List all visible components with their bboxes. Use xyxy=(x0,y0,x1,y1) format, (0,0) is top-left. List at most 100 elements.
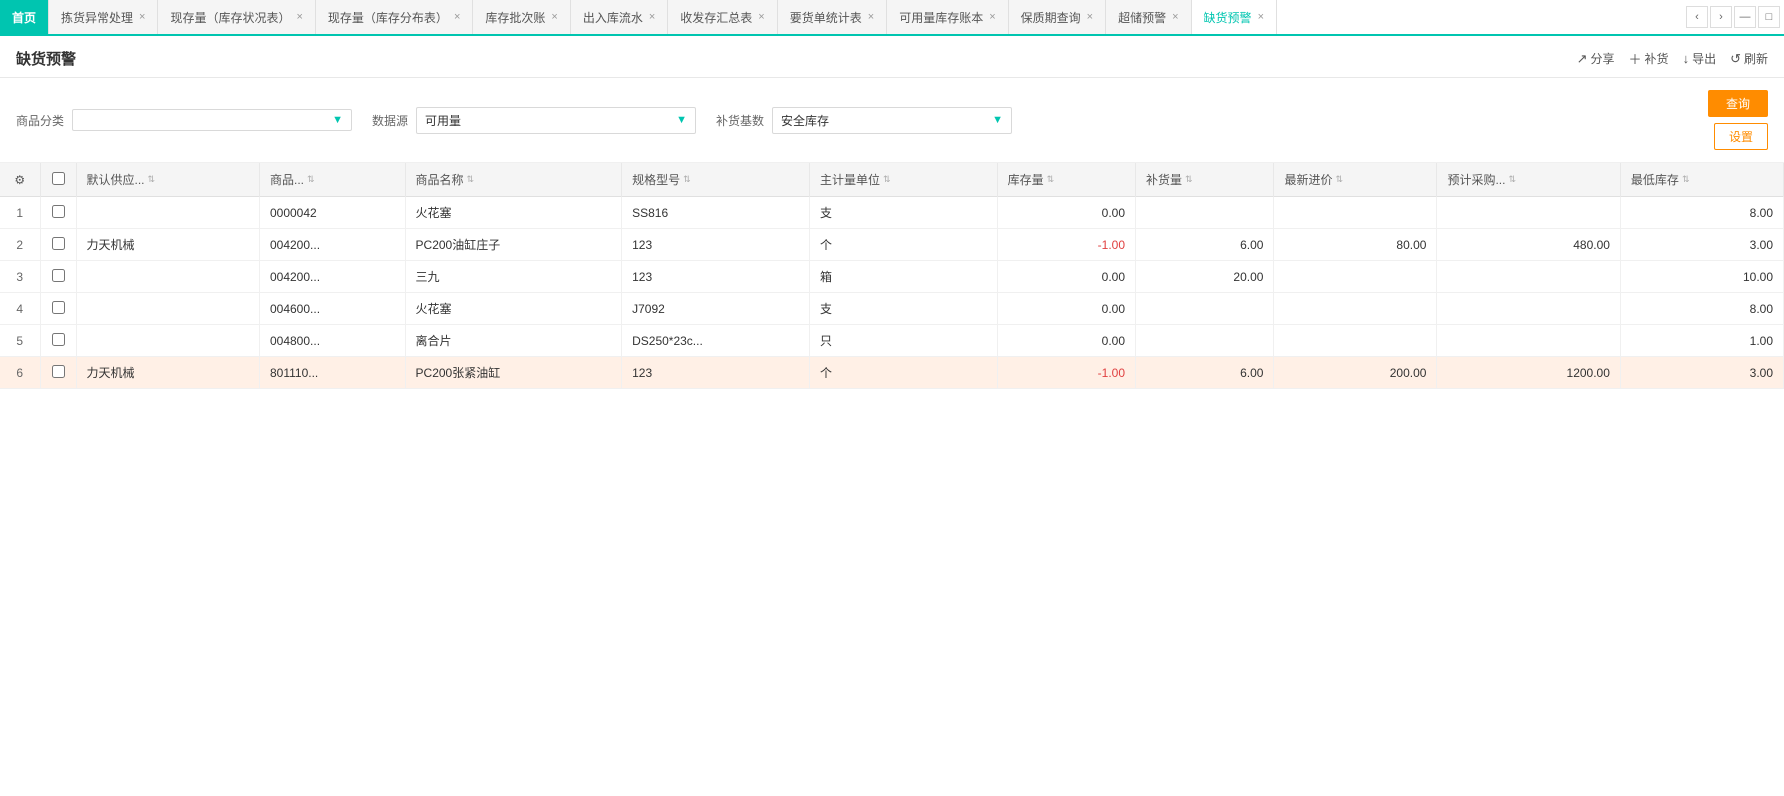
th-unit[interactable]: 主计量单位 ⇅ xyxy=(810,163,998,197)
tab-inout-flow[interactable]: 出入库流水× xyxy=(571,0,668,35)
tab-close-order-stats[interactable]: × xyxy=(868,11,874,23)
th-restock-qty[interactable]: 补货量 ⇅ xyxy=(1136,163,1274,197)
tab-scroll-left[interactable]: ‹ xyxy=(1686,6,1708,28)
tab-overstock[interactable]: 超储预警× xyxy=(1106,0,1191,35)
category-filter-group: 商品分类 ▼ xyxy=(16,109,352,131)
settings-button[interactable]: 设置 xyxy=(1714,123,1768,150)
cell-latest-price xyxy=(1274,293,1437,325)
cell-product-code: 004200... xyxy=(259,229,405,261)
cell-spec: 123 xyxy=(622,229,810,261)
tab-minimize[interactable]: — xyxy=(1734,6,1756,28)
datasource-select[interactable]: 可用量 ▼ xyxy=(416,107,696,134)
cell-product-code: 004200... xyxy=(259,261,405,293)
row-checkbox[interactable] xyxy=(52,333,65,346)
cell-spec: J7092 xyxy=(622,293,810,325)
cell-spec: DS250*23c... xyxy=(622,325,810,357)
row-checkbox[interactable] xyxy=(52,301,65,314)
table-row: 2力天机械004200...PC200油缸庄子123个-1.006.0080.0… xyxy=(0,229,1784,261)
select-all-checkbox[interactable] xyxy=(52,172,65,185)
cell-supplier: 力天机械 xyxy=(76,357,259,389)
th-latest-price[interactable]: 最新进价 ⇅ xyxy=(1274,163,1437,197)
th-est-purchase[interactable]: 预计采购... ⇅ xyxy=(1437,163,1620,197)
category-label: 商品分类 xyxy=(16,112,64,129)
cell-stock: -1.00 xyxy=(997,357,1135,389)
th-supplier[interactable]: 默认供应... ⇅ xyxy=(76,163,259,197)
tab-inventory-dist[interactable]: 现存量（库存分布表）× xyxy=(316,0,473,35)
tab-collect-summary[interactable]: 收发存汇总表× xyxy=(668,0,777,35)
cell-latest-price xyxy=(1274,197,1437,229)
tab-available-ledger[interactable]: 可用量库存账本× xyxy=(887,0,1008,35)
tab-maximize[interactable]: □ xyxy=(1758,6,1780,28)
cell-stock: 0.00 xyxy=(997,197,1135,229)
tab-close-overstock[interactable]: × xyxy=(1172,11,1178,23)
row-checkbox[interactable] xyxy=(52,269,65,282)
tab-close-expiry-query[interactable]: × xyxy=(1087,11,1093,23)
cell-min-stock: 1.00 xyxy=(1620,325,1783,357)
cell-restock-qty: 20.00 xyxy=(1136,261,1274,293)
tab-close-shortage[interactable]: × xyxy=(1258,11,1264,23)
filter-bar: 商品分类 ▼ 数据源 可用量 ▼ 补货基数 安全库存 ▼ 查询 设置 xyxy=(0,78,1784,163)
cell-product-name: 三九 xyxy=(405,261,622,293)
tab-expiry-query[interactable]: 保质期查询× xyxy=(1009,0,1106,35)
cell-num: 3 xyxy=(0,261,40,293)
cell-latest-price: 200.00 xyxy=(1274,357,1437,389)
cell-latest-price: 80.00 xyxy=(1274,229,1437,261)
cell-stock: -1.00 xyxy=(997,229,1135,261)
share-button[interactable]: ↗ 分享 xyxy=(1577,50,1615,67)
cell-unit: 个 xyxy=(810,357,998,389)
th-gear[interactable]: ⚙ xyxy=(0,163,40,197)
unit-sort-icon: ⇅ xyxy=(883,174,891,185)
page-title: 缺货预警 xyxy=(16,48,76,69)
tab-close-collect-summary[interactable]: × xyxy=(758,11,764,23)
cell-unit: 个 xyxy=(810,229,998,261)
row-checkbox[interactable] xyxy=(52,205,65,218)
cell-product-name: PC200张紧油缸 xyxy=(405,357,622,389)
cell-product-name: 离合片 xyxy=(405,325,622,357)
restock-base-select[interactable]: 安全库存 ▼ xyxy=(772,107,1012,134)
th-product-code[interactable]: 商品... ⇅ xyxy=(259,163,405,197)
cell-est-purchase xyxy=(1437,261,1620,293)
tab-batch-account[interactable]: 库存批次账× xyxy=(473,0,570,35)
cell-est-purchase: 1200.00 xyxy=(1437,357,1620,389)
refresh-button[interactable]: ↺ 刷新 xyxy=(1730,50,1768,67)
filter-actions: 查询 设置 xyxy=(1708,90,1768,150)
tab-close-inout-flow[interactable]: × xyxy=(649,11,655,23)
th-spec[interactable]: 规格型号 ⇅ xyxy=(622,163,810,197)
tab-abnormal[interactable]: 拣货异常处理× xyxy=(49,0,158,35)
table-row: 4004600...火花塞J7092支0.008.00 xyxy=(0,293,1784,325)
th-stock[interactable]: 库存量 ⇅ xyxy=(997,163,1135,197)
cell-supplier xyxy=(76,197,259,229)
cell-product-code: 0000042 xyxy=(259,197,405,229)
restock-base-arrow-icon: ▼ xyxy=(992,114,1003,126)
gear-header-icon[interactable]: ⚙ xyxy=(14,173,25,187)
th-min-stock[interactable]: 最低库存 ⇅ xyxy=(1620,163,1783,197)
tab-close-inventory-dist[interactable]: × xyxy=(454,11,460,23)
header-actions: ↗ 分享 ＋ 补货 ↓ 导出 ↺ 刷新 xyxy=(1577,49,1768,68)
restock-qty-sort-icon: ⇅ xyxy=(1185,174,1193,185)
cell-min-stock: 3.00 xyxy=(1620,229,1783,261)
tab-close-inventory-status[interactable]: × xyxy=(296,11,302,23)
category-select[interactable]: ▼ xyxy=(72,109,352,131)
row-checkbox[interactable] xyxy=(52,237,65,250)
export-icon: ↓ xyxy=(1683,51,1690,66)
tab-scroll-right[interactable]: › xyxy=(1710,6,1732,28)
stock-sort-icon: ⇅ xyxy=(1047,174,1055,185)
row-checkbox[interactable] xyxy=(52,365,65,378)
cell-supplier xyxy=(76,325,259,357)
cell-est-purchase xyxy=(1437,293,1620,325)
tab-shortage[interactable]: 缺货预警× xyxy=(1192,0,1277,35)
cell-est-purchase xyxy=(1437,197,1620,229)
tab-order-stats[interactable]: 要货单统计表× xyxy=(778,0,887,35)
tab-close-batch-account[interactable]: × xyxy=(551,11,557,23)
product-code-sort-icon: ⇅ xyxy=(307,174,315,185)
cell-est-purchase: 480.00 xyxy=(1437,229,1620,261)
tab-close-available-ledger[interactable]: × xyxy=(989,11,995,23)
th-product-name[interactable]: 商品名称 ⇅ xyxy=(405,163,622,197)
query-button[interactable]: 查询 xyxy=(1708,90,1768,117)
export-button[interactable]: ↓ 导出 xyxy=(1683,50,1717,67)
restock-button[interactable]: ＋ 补货 xyxy=(1629,49,1669,68)
tab-home[interactable]: 首页 xyxy=(0,0,49,35)
datasource-filter-group: 数据源 可用量 ▼ xyxy=(372,107,696,134)
tab-inventory-status[interactable]: 现存量（库存状况表）× xyxy=(158,0,315,35)
tab-close-abnormal[interactable]: × xyxy=(139,11,145,23)
